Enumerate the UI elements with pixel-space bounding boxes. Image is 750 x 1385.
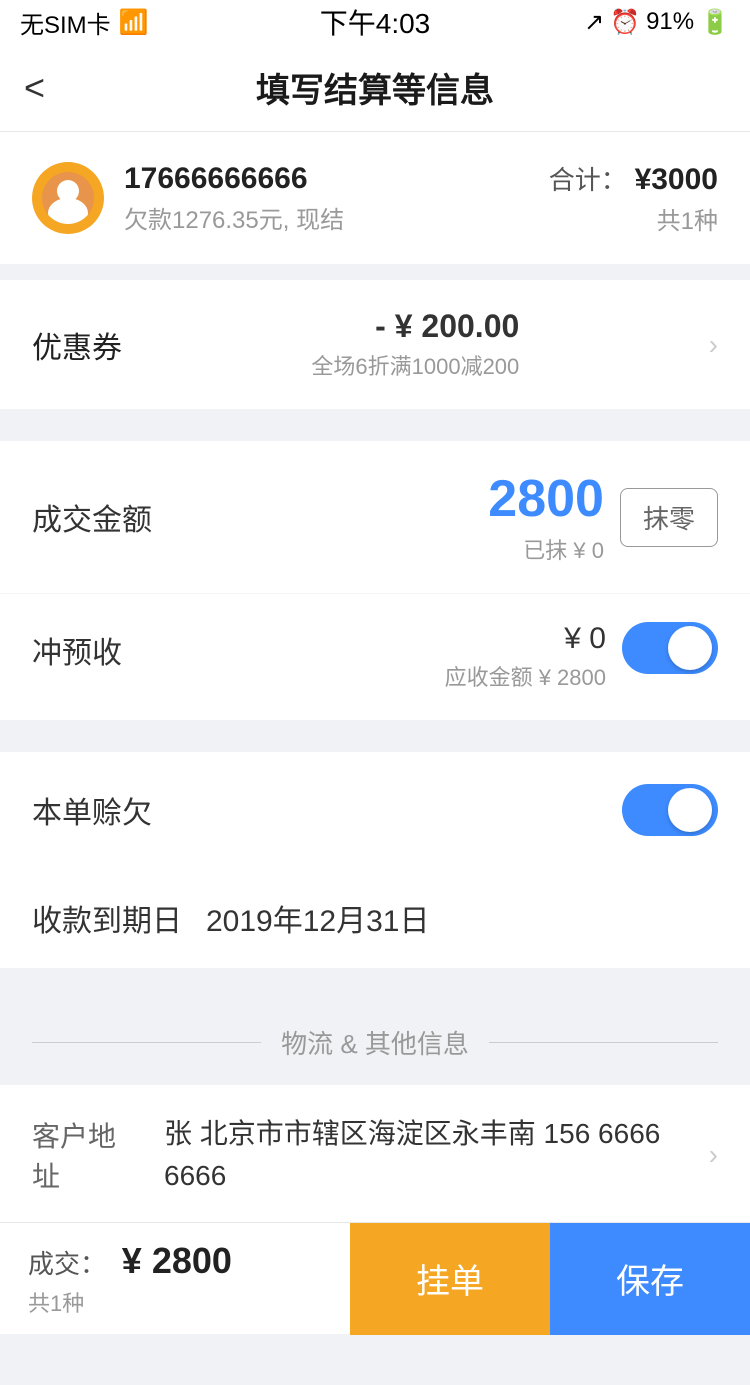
advance-sub: 应收金额 ¥ 2800 — [445, 660, 606, 692]
due-date-row: 收款到期日 2019年12月31日 — [0, 868, 750, 968]
round-button[interactable]: 抹零 — [620, 488, 718, 547]
credit-toggle[interactable] — [622, 784, 718, 836]
carrier-text: 无SIM卡 — [20, 5, 111, 40]
coupon-right-info: - ¥ 200.00 全场6折满1000减200 — [311, 308, 519, 381]
credit-label: 本单赊欠 — [32, 788, 152, 832]
location-icon: ↗ — [584, 8, 604, 37]
page-title: 填写结算等信息 — [256, 63, 494, 112]
advance-row: 冲预收 ¥ 0 应收金额 ¥ 2800 — [0, 594, 750, 720]
bottom-deal-amount: ¥ 2800 — [122, 1240, 232, 1281]
total-label: 合计： — [549, 165, 627, 195]
bottom-bar: 成交： ¥ 2800 共1种 挂单 保存 — [0, 1222, 750, 1334]
status-time: 下午4:03 — [320, 2, 431, 42]
avatar-inner — [42, 172, 94, 224]
total-label-amount: 合计： ¥3000 — [549, 160, 718, 197]
customer-subtitle: 欠款1276.35元, 现结 — [124, 200, 344, 235]
form-section-transaction: 成交金额 2800 已抹 ¥ 0 抹零 冲预收 ¥ 0 应收金额 ¥ 2800 — [0, 441, 750, 720]
alarm-icon: ⏰ — [610, 8, 640, 37]
coupon-discount: - ¥ 200.00 — [311, 308, 519, 345]
bottom-summary: 成交： ¥ 2800 共1种 — [0, 1240, 350, 1318]
coupon-row[interactable]: 优惠券 - ¥ 200.00 全场6折满1000减200 › — [0, 280, 750, 409]
transaction-row: 成交金额 2800 已抹 ¥ 0 抹零 — [0, 441, 750, 594]
customer-phone: 17666666666 — [124, 162, 344, 196]
address-label: 客户地址 — [32, 1115, 132, 1195]
coupon-chevron-icon: › — [709, 329, 718, 361]
advance-toggle-knob — [668, 626, 712, 670]
advance-amount: ¥ 0 — [445, 622, 606, 656]
back-button[interactable]: < — [24, 67, 45, 109]
logistics-line-right — [489, 1042, 718, 1043]
transaction-sub: 已抹 ¥ 0 — [488, 533, 604, 565]
bottom-deal-row: 成交： ¥ 2800 — [28, 1240, 322, 1282]
total-amount: ¥3000 — [635, 163, 718, 196]
customer-right: 合计： ¥3000 共1种 — [549, 160, 718, 236]
content-area: 17666666666 欠款1276.35元, 现结 合计： ¥3000 共1种… — [0, 132, 750, 1385]
section-divider-2 — [0, 736, 750, 752]
wifi-icon: 📶 — [119, 8, 149, 37]
logistics-header: 物流 & 其他信息 — [0, 1000, 750, 1085]
credit-row: 本单赊欠 — [0, 752, 750, 868]
address-value: 张 北京市市辖区海淀区永丰南 156 6666 6666 — [164, 1113, 697, 1197]
total-count: 共1种 — [549, 201, 718, 236]
coupon-description: 全场6折满1000减200 — [311, 349, 519, 381]
battery-icon: 🔋 — [700, 8, 730, 37]
section-divider-3 — [0, 984, 750, 1000]
status-bar: 无SIM卡 📶 下午4:03 ↗ ⏰ 91% 🔋 — [0, 0, 750, 44]
coupon-label: 优惠券 — [32, 323, 122, 367]
logistics-line-left — [32, 1042, 261, 1043]
customer-row: 17666666666 欠款1276.35元, 现结 合计： ¥3000 共1种 — [0, 132, 750, 264]
status-left: 无SIM卡 📶 — [20, 5, 149, 40]
transaction-amount-block: 2800 已抹 ¥ 0 — [488, 469, 604, 565]
transaction-value-area: 2800 已抹 ¥ 0 抹零 — [488, 469, 718, 565]
logistics-label: 物流 & 其他信息 — [281, 1024, 469, 1061]
nav-bar: < 填写结算等信息 — [0, 44, 750, 132]
section-divider-1 — [0, 425, 750, 441]
customer-left: 17666666666 欠款1276.35元, 现结 — [32, 162, 344, 235]
due-date-label: 收款到期日 — [32, 896, 182, 940]
advance-right: ¥ 0 应收金额 ¥ 2800 — [445, 622, 718, 692]
battery-text: 91% — [646, 8, 694, 36]
pending-button[interactable]: 挂单 — [350, 1223, 550, 1335]
address-chevron-icon: › — [709, 1139, 718, 1171]
avatar — [32, 162, 104, 234]
save-button[interactable]: 保存 — [550, 1223, 750, 1335]
transaction-label: 成交金额 — [32, 495, 152, 539]
advance-toggle[interactable] — [622, 622, 718, 674]
advance-values: ¥ 0 应收金额 ¥ 2800 — [445, 622, 606, 692]
status-right: ↗ ⏰ 91% 🔋 — [584, 8, 730, 37]
advance-label: 冲预收 — [32, 622, 122, 672]
form-section-credit: 本单赊欠 收款到期日 2019年12月31日 — [0, 752, 750, 968]
bottom-count: 共1种 — [28, 1286, 322, 1318]
customer-info: 17666666666 欠款1276.35元, 现结 — [124, 162, 344, 235]
transaction-amount: 2800 — [488, 469, 604, 529]
address-row[interactable]: 客户地址 张 北京市市辖区海淀区永丰南 156 6666 6666 › — [0, 1085, 750, 1225]
due-date-value: 2019年12月31日 — [206, 896, 429, 940]
credit-toggle-knob — [668, 788, 712, 832]
bottom-deal-label: 成交： — [28, 1249, 106, 1279]
